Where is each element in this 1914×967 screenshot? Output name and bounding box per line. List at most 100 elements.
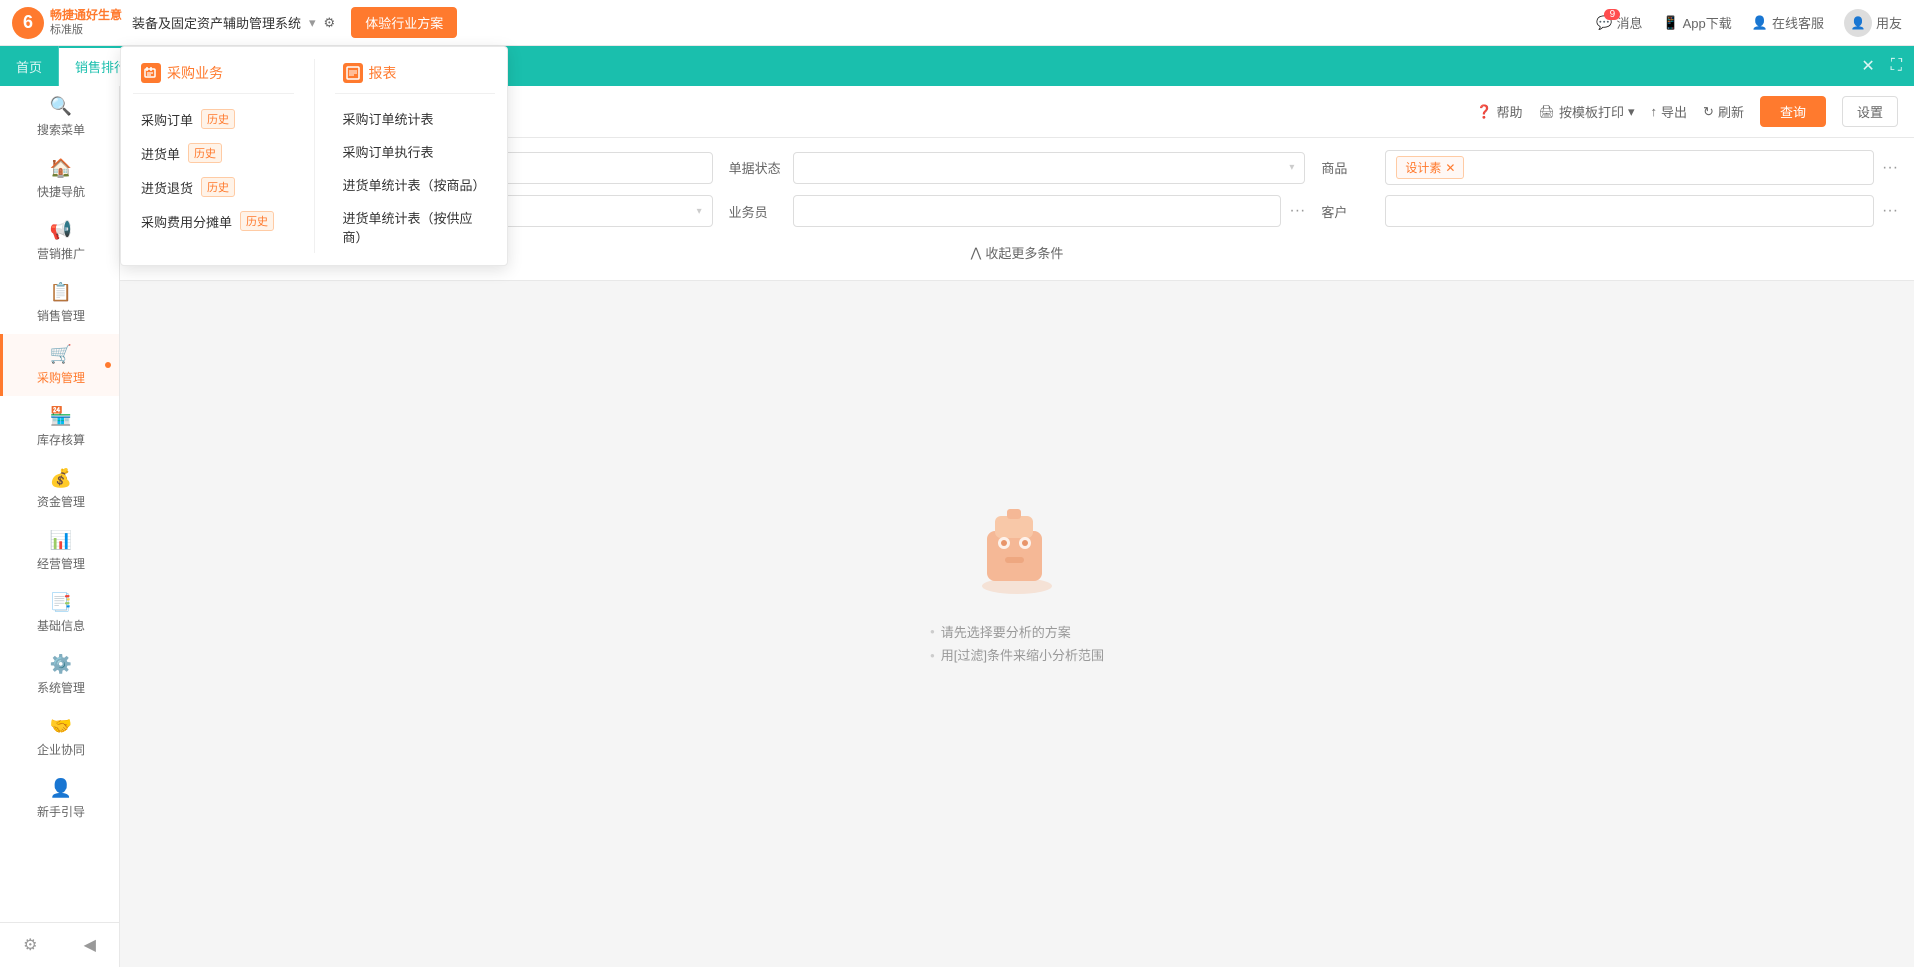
help-label: 帮助 (1496, 102, 1522, 121)
empty-svg (957, 501, 1077, 601)
menu-item-inbound[interactable]: 进货单 历史 (133, 136, 294, 170)
purchase-icon: 🛒 (50, 344, 72, 365)
salesperson-label: 业务员 (729, 202, 785, 221)
notification-item[interactable]: 💬 9 消息 (1596, 13, 1642, 32)
filter-status: 单据状态 ▾ (729, 152, 1306, 184)
purchase-order-label: 采购订单 (141, 110, 193, 129)
sales-icon: 📋 (50, 282, 72, 303)
customer-input[interactable] (1385, 195, 1874, 227)
filter-customer: 客户 ··· (1321, 195, 1898, 227)
report-section-label: 报表 (369, 63, 397, 83)
notification-badge: 9 (1604, 9, 1620, 20)
menu-divider (314, 59, 315, 253)
print-dropdown-icon: ▾ (1628, 104, 1635, 120)
history-badge-0[interactable]: 历史 (201, 109, 235, 129)
sidebar-item-purchase[interactable]: 🛒 采购管理 (0, 334, 119, 396)
goods-more-icon[interactable]: ··· (1882, 159, 1898, 177)
sidebar-item-cooperation[interactable]: 🤝 企业协同 (0, 706, 119, 768)
help-icon: ❓ (1476, 104, 1492, 120)
inbound-label: 进货单 (141, 144, 180, 163)
customer-more-icon[interactable]: ··· (1882, 202, 1898, 220)
purchase-menu-section: 采购业务 采购订单 历史 进货单 历史 进货退货 历史 采购费用分摊单 历史 (121, 59, 306, 253)
logo-icon: 6 (12, 7, 44, 39)
status-label: 单据状态 (729, 158, 785, 177)
menu-item-return[interactable]: 进货退货 历史 (133, 170, 294, 204)
export-button[interactable]: ↑ 导出 (1651, 102, 1688, 121)
sidebar-item-system[interactable]: ⚙️ 系统管理 (0, 644, 119, 706)
basic-info-icon: 📑 (50, 592, 72, 613)
sidebar-item-finance[interactable]: 💰 资金管理 (0, 458, 119, 520)
status-input[interactable]: ▾ (793, 152, 1306, 184)
marketing-icon: 📢 (50, 220, 72, 241)
app-download-item[interactable]: 📱 App下载 (1662, 13, 1731, 32)
logo-text: 畅捷通好生意 标准版 (50, 8, 122, 38)
active-indicator (105, 362, 111, 368)
logo-tag: 标准版 (50, 23, 122, 37)
filter-goods: 商品 设计素 ✕ ··· (1321, 150, 1898, 185)
setting-button[interactable]: 设置 (1842, 96, 1898, 127)
empty-hint-1: 请先选择要分析的方案 (930, 621, 1104, 644)
inventory-icon: 🏪 (50, 406, 72, 427)
expense-label: 采购费用分摊单 (141, 212, 232, 231)
goods-tag-text: 设计素 (1405, 159, 1441, 176)
sidebar-settings-icon[interactable]: ⚙ (23, 935, 37, 955)
menu-item-expense[interactable]: 采购费用分摊单 历史 (133, 204, 294, 238)
purchase-section-label: 采购业务 (167, 63, 223, 83)
goods-tag-close-icon[interactable]: ✕ (1445, 161, 1455, 175)
sidebar-operations-label: 经营管理 (37, 555, 85, 572)
system-dropdown-icon[interactable]: ▾ (309, 15, 316, 31)
system-icon: ⚙️ (50, 654, 72, 675)
empty-hint-2: 用[过滤]条件来缩小分析范围 (930, 644, 1104, 667)
sidebar-search-label: 搜索菜单 (37, 121, 85, 138)
tab-expand-button[interactable]: ⛶ (1887, 53, 1906, 79)
sidebar-quick-nav-label: 快捷导航 (37, 183, 85, 200)
search-icon: 🔍 (50, 96, 72, 117)
tab-close-button[interactable]: ✕ (1857, 52, 1878, 80)
inbound-goods-label: 进货单统计表（按商品） (343, 175, 486, 194)
online-service-item[interactable]: 👤 在线客服 (1752, 13, 1824, 32)
user-avatar: 👤 (1844, 9, 1872, 37)
sidebar-item-guide[interactable]: 👤 新手引导 (0, 768, 119, 830)
menu-item-order-exec[interactable]: 采购订单执行表 (335, 135, 496, 168)
logo-area: 6 畅捷通好生意 标准版 (12, 7, 132, 39)
sidebar-item-search[interactable]: 🔍 搜索菜单 (0, 86, 119, 148)
return-label: 进货退货 (141, 178, 193, 197)
sidebar-item-quick-nav[interactable]: 🏠 快捷导航 (0, 148, 119, 210)
menu-item-order-stats[interactable]: 采购订单统计表 (335, 102, 496, 135)
user-item[interactable]: 👤 用友 (1844, 9, 1902, 37)
sidebar-collapse-icon[interactable]: ◀ (84, 935, 96, 955)
history-badge-1[interactable]: 历史 (188, 143, 222, 163)
sidebar-item-basic-info[interactable]: 📑 基础信息 (0, 582, 119, 644)
logo-char: 6 (23, 12, 33, 33)
menu-item-inbound-supplier[interactable]: 进货单统计表（按供应商） (335, 201, 496, 253)
sidebar-item-sales[interactable]: 📋 销售管理 (0, 272, 119, 334)
goods-tag: 设计素 ✕ (1396, 156, 1464, 179)
refresh-button[interactable]: ↻ 刷新 (1703, 102, 1744, 121)
menu-item-inbound-goods[interactable]: 进货单统计表（按商品） (335, 168, 496, 201)
tab-home[interactable]: 首页 (0, 46, 59, 86)
menu-item-purchase-order[interactable]: 采购订单 历史 (133, 102, 294, 136)
purchase-icon-svg (144, 66, 158, 80)
salesperson-input[interactable] (793, 195, 1282, 227)
help-button[interactable]: ❓ 帮助 (1476, 102, 1522, 121)
sidebar-item-inventory[interactable]: 🏪 库存核算 (0, 396, 119, 458)
sidebar-item-operations[interactable]: 📊 经营管理 (0, 520, 119, 582)
service-icon: 👤 (1752, 15, 1768, 31)
empty-illustration (957, 501, 1077, 601)
system-gear-icon[interactable]: ⚙ (324, 15, 336, 31)
print-template-button[interactable]: 🖨 按模板打印 ▾ (1538, 102, 1634, 121)
user-label: 用友 (1876, 13, 1902, 32)
app-download-label: App下载 (1683, 13, 1732, 32)
history-badge-2[interactable]: 历史 (201, 177, 235, 197)
sidebar-marketing-label: 营销推广 (37, 245, 85, 262)
filter-salesperson: 业务员 ··· (729, 195, 1306, 227)
industry-button[interactable]: 体验行业方案 (351, 7, 457, 38)
sidebar-basic-info-label: 基础信息 (37, 617, 85, 634)
goods-input[interactable]: 设计素 ✕ (1385, 150, 1874, 185)
sidebar-item-marketing[interactable]: 📢 营销推广 (0, 210, 119, 272)
query-button[interactable]: 查询 (1760, 96, 1826, 127)
history-badge-3[interactable]: 历史 (240, 211, 274, 231)
print-icon: 🖨 (1538, 104, 1555, 120)
online-service-label: 在线客服 (1772, 13, 1824, 32)
salesperson-more-icon[interactable]: ··· (1289, 202, 1305, 220)
